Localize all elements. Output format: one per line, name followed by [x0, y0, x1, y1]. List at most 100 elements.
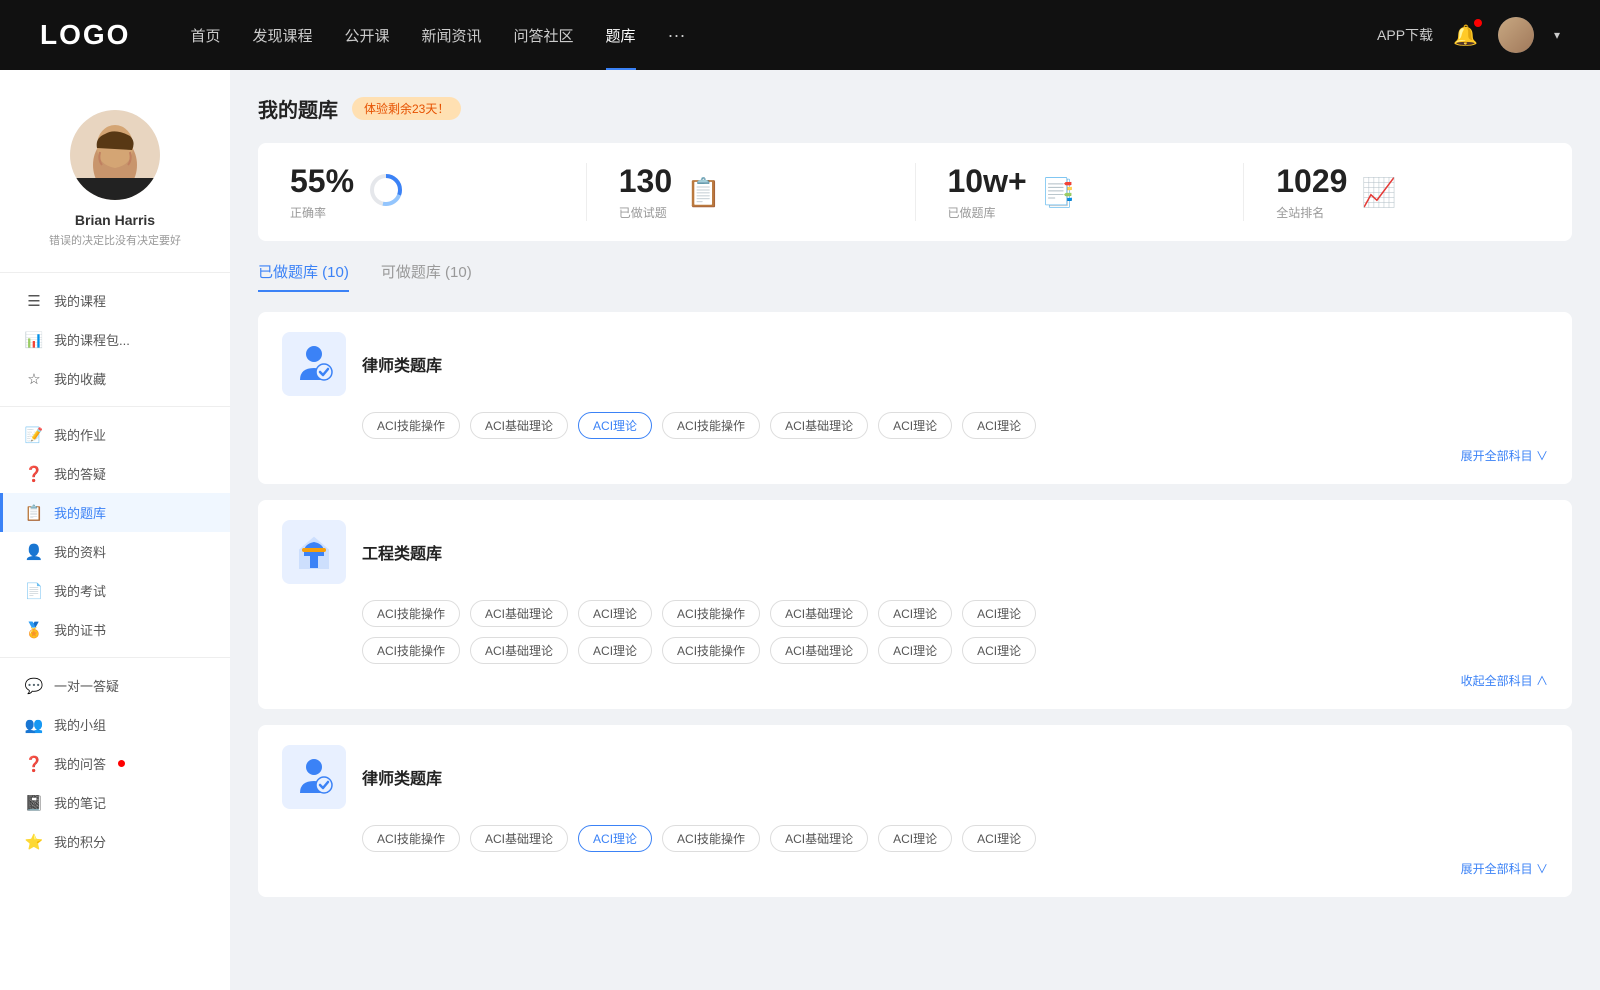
sidebar-item-course-package[interactable]: 📊 我的课程包... [0, 320, 230, 359]
tab-done[interactable]: 已做题库 (10) [258, 261, 349, 292]
tag-1-2[interactable]: ACI基础理论 [470, 412, 568, 439]
nav-quiz[interactable]: 题库 [606, 25, 636, 46]
tag-3-7[interactable]: ACI理论 [962, 825, 1036, 852]
sidebar-label-one-on-one: 一对一答疑 [54, 676, 119, 695]
sidebar-label-certificate: 我的证书 [54, 620, 106, 639]
avatar[interactable] [1498, 17, 1534, 53]
stat-done-banks: 10w+ 已做题库 📑 [916, 163, 1245, 221]
collapse-link-2[interactable]: 收起全部科目 ∧ [282, 672, 1548, 689]
tag-2-11[interactable]: ACI技能操作 [662, 637, 760, 664]
sidebar-item-course[interactable]: ☰ 我的课程 [0, 281, 230, 320]
quiz-card-2-title: 工程类题库 [362, 540, 442, 564]
sidebar-item-certificate[interactable]: 🏅 我的证书 [0, 610, 230, 649]
quiz-card-3-header: 律师类题库 [282, 745, 1548, 809]
tag-3-5[interactable]: ACI基础理论 [770, 825, 868, 852]
app-download-link[interactable]: APP下载 [1377, 25, 1433, 45]
questions-stat-icon: 📋 [686, 176, 721, 209]
expand-link-3[interactable]: 展开全部科目 ∨ [282, 860, 1548, 877]
profile-motto: 错误的决定比没有决定要好 [49, 232, 181, 248]
quiz-card-lawyer-1: 律师类题库 ACI技能操作 ACI基础理论 ACI理论 ACI技能操作 ACI基… [258, 312, 1572, 484]
sidebar-item-questions[interactable]: ❓ 我的答疑 [0, 454, 230, 493]
tag-2-6[interactable]: ACI理论 [878, 600, 952, 627]
homework-icon: 📝 [24, 426, 44, 444]
stat-ranking-value: 1029 [1276, 163, 1347, 200]
course-package-icon: 📊 [24, 331, 44, 349]
tag-2-10[interactable]: ACI理论 [578, 637, 652, 664]
tag-3-3[interactable]: ACI理论 [578, 825, 652, 852]
nav-qa[interactable]: 问答社区 [514, 25, 574, 46]
qa-badge [118, 760, 125, 767]
avatar-chevron-icon[interactable]: ▾ [1554, 28, 1560, 42]
sidebar-label-questions: 我的答疑 [54, 464, 106, 483]
profile-name: Brian Harris [75, 212, 155, 228]
tag-3-4[interactable]: ACI技能操作 [662, 825, 760, 852]
logo[interactable]: LOGO [40, 19, 130, 51]
sidebar-item-quiz-bank[interactable]: 📋 我的题库 [0, 493, 230, 532]
sidebar-label-favorites: 我的收藏 [54, 369, 106, 388]
sidebar-divider-1 [0, 272, 230, 273]
engineer-icon-svg [292, 530, 336, 574]
quiz-card-2-header: 工程类题库 [282, 520, 1548, 584]
tag-1-4[interactable]: ACI技能操作 [662, 412, 760, 439]
quiz-card-lawyer-2: 律师类题库 ACI技能操作 ACI基础理论 ACI理论 ACI技能操作 ACI基… [258, 725, 1572, 897]
tag-2-8[interactable]: ACI技能操作 [362, 637, 460, 664]
sidebar-label-course-package: 我的课程包... [54, 330, 130, 349]
lawyer-icon-container-2 [282, 745, 346, 809]
profile-avatar [70, 110, 160, 200]
tag-2-1[interactable]: ACI技能操作 [362, 600, 460, 627]
quiz-card-1-title: 律师类题库 [362, 352, 442, 376]
tag-3-1[interactable]: ACI技能操作 [362, 825, 460, 852]
sidebar-item-exam[interactable]: 📄 我的考试 [0, 571, 230, 610]
tag-1-3[interactable]: ACI理论 [578, 412, 652, 439]
expand-link-1[interactable]: 展开全部科目 ∨ [282, 447, 1548, 464]
nav-home[interactable]: 首页 [190, 25, 220, 46]
nav-open-course[interactable]: 公开课 [344, 25, 389, 46]
tag-2-5[interactable]: ACI基础理论 [770, 600, 868, 627]
tag-2-14[interactable]: ACI理论 [962, 637, 1036, 664]
tag-1-5[interactable]: ACI基础理论 [770, 412, 868, 439]
sidebar-item-points[interactable]: ⭐ 我的积分 [0, 822, 230, 861]
notification-bell[interactable]: 🔔 [1453, 23, 1478, 48]
stat-done-banks-value: 10w+ [948, 163, 1027, 200]
tag-2-12[interactable]: ACI基础理论 [770, 637, 868, 664]
stat-ranking-label: 全站排名 [1276, 204, 1347, 221]
nav-more[interactable]: ··· [668, 25, 686, 46]
banks-stat-icon: 📑 [1041, 176, 1076, 209]
profile-section: Brian Harris 错误的决定比没有决定要好 [0, 90, 230, 264]
quiz-card-1-header: 律师类题库 [282, 332, 1548, 396]
tag-3-2[interactable]: ACI基础理论 [470, 825, 568, 852]
sidebar-item-notes[interactable]: 📓 我的笔记 [0, 783, 230, 822]
nav-news[interactable]: 新闻资讯 [422, 25, 482, 46]
sidebar-item-one-on-one[interactable]: 💬 一对一答疑 [0, 666, 230, 705]
tag-1-6[interactable]: ACI理论 [878, 412, 952, 439]
sidebar-item-profile[interactable]: 👤 我的资料 [0, 532, 230, 571]
sidebar-label-exam: 我的考试 [54, 581, 106, 600]
sidebar-item-favorites[interactable]: ☆ 我的收藏 [0, 359, 230, 398]
tag-2-4[interactable]: ACI技能操作 [662, 600, 760, 627]
lawyer-icon-svg [292, 342, 336, 386]
stat-accuracy-value: 55% [290, 163, 354, 200]
lawyer-icon-svg-2 [292, 755, 336, 799]
nav-discover[interactable]: 发现课程 [252, 25, 312, 46]
tag-2-3[interactable]: ACI理论 [578, 600, 652, 627]
tag-2-7[interactable]: ACI理论 [962, 600, 1036, 627]
tag-1-7[interactable]: ACI理论 [962, 412, 1036, 439]
tag-2-9[interactable]: ACI基础理论 [470, 637, 568, 664]
tag-2-2[interactable]: ACI基础理论 [470, 600, 568, 627]
accuracy-chart [368, 172, 404, 213]
sidebar-label-homework: 我的作业 [54, 425, 106, 444]
quiz-tabs: 已做题库 (10) 可做题库 (10) [258, 261, 1572, 292]
quiz-card-2-tags-row1: ACI技能操作 ACI基础理论 ACI理论 ACI技能操作 ACI基础理论 AC… [362, 600, 1548, 627]
sidebar-item-group[interactable]: 👥 我的小组 [0, 705, 230, 744]
sidebar-divider-2 [0, 406, 230, 407]
sidebar-item-my-qa[interactable]: ❓ 我的问答 [0, 744, 230, 783]
navbar: LOGO 首页 发现课程 公开课 新闻资讯 问答社区 题库 ··· APP下载 … [0, 0, 1600, 70]
favorites-icon: ☆ [24, 370, 44, 388]
tag-3-6[interactable]: ACI理论 [878, 825, 952, 852]
sidebar-item-homework[interactable]: 📝 我的作业 [0, 415, 230, 454]
tag-2-13[interactable]: ACI理论 [878, 637, 952, 664]
tag-1-1[interactable]: ACI技能操作 [362, 412, 460, 439]
lawyer-icon-container [282, 332, 346, 396]
donut-svg [368, 172, 404, 208]
tab-available[interactable]: 可做题库 (10) [381, 261, 472, 292]
